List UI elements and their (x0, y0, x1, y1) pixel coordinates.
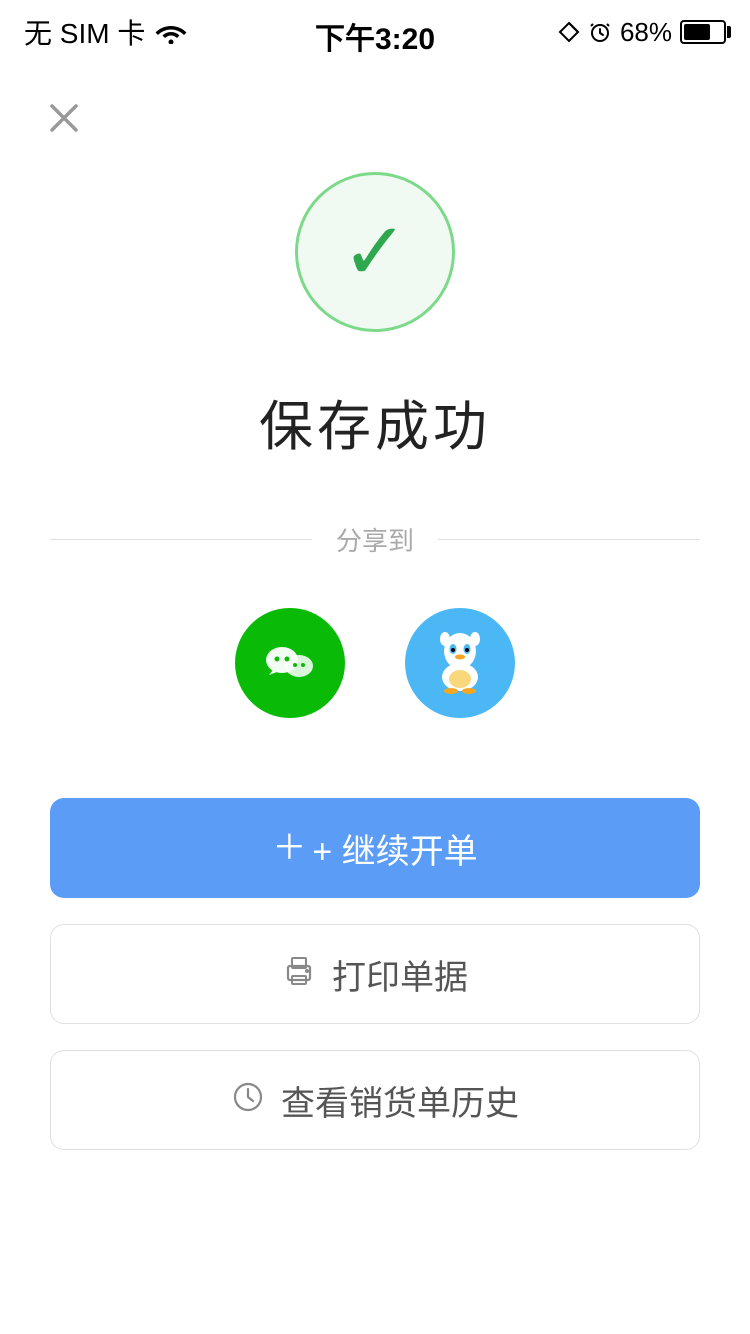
close-button[interactable] (40, 94, 88, 142)
battery-icon (680, 20, 726, 44)
success-title: 保存成功 (259, 382, 491, 461)
location-icon (558, 21, 580, 43)
status-bar: 无 SIM 卡 下午3:20 68% (0, 0, 750, 64)
print-label: 打印单据 (332, 950, 468, 999)
checkmark-icon: ✓ (341, 212, 408, 292)
plus-icon: ＋ (272, 831, 306, 865)
qq-share-button[interactable] (405, 608, 515, 718)
alarm-icon (588, 20, 612, 44)
status-time: 下午3:20 (315, 14, 435, 58)
close-area (0, 64, 750, 152)
share-row (235, 608, 515, 718)
history-label: 查看销货单历史 (281, 1076, 519, 1125)
continue-label: + 继续开单 (312, 824, 477, 873)
action-buttons: ＋ + 继续开单 打印单据 查看销货单历史 (50, 798, 700, 1150)
main-content: ✓ 保存成功 分享到 (0, 152, 750, 1334)
status-right: 68% (558, 17, 726, 48)
history-icon (231, 1080, 265, 1120)
divider-left (50, 539, 312, 540)
no-sim-label: 无 SIM 卡 (24, 12, 145, 52)
history-button[interactable]: 查看销货单历史 (50, 1050, 700, 1150)
share-divider: 分享到 (50, 521, 700, 558)
status-left: 无 SIM 卡 (24, 12, 187, 52)
wechat-icon (259, 632, 321, 694)
qq-icon (429, 629, 491, 697)
print-button[interactable]: 打印单据 (50, 924, 700, 1024)
battery-percent: 68% (620, 17, 672, 48)
continue-button[interactable]: ＋ + 继续开单 (50, 798, 700, 898)
wechat-share-button[interactable] (235, 608, 345, 718)
divider-right (438, 539, 700, 540)
wifi-icon (155, 20, 187, 44)
print-icon (282, 954, 316, 994)
share-label: 分享到 (312, 521, 438, 558)
close-icon (46, 100, 82, 136)
success-circle: ✓ (295, 172, 455, 332)
